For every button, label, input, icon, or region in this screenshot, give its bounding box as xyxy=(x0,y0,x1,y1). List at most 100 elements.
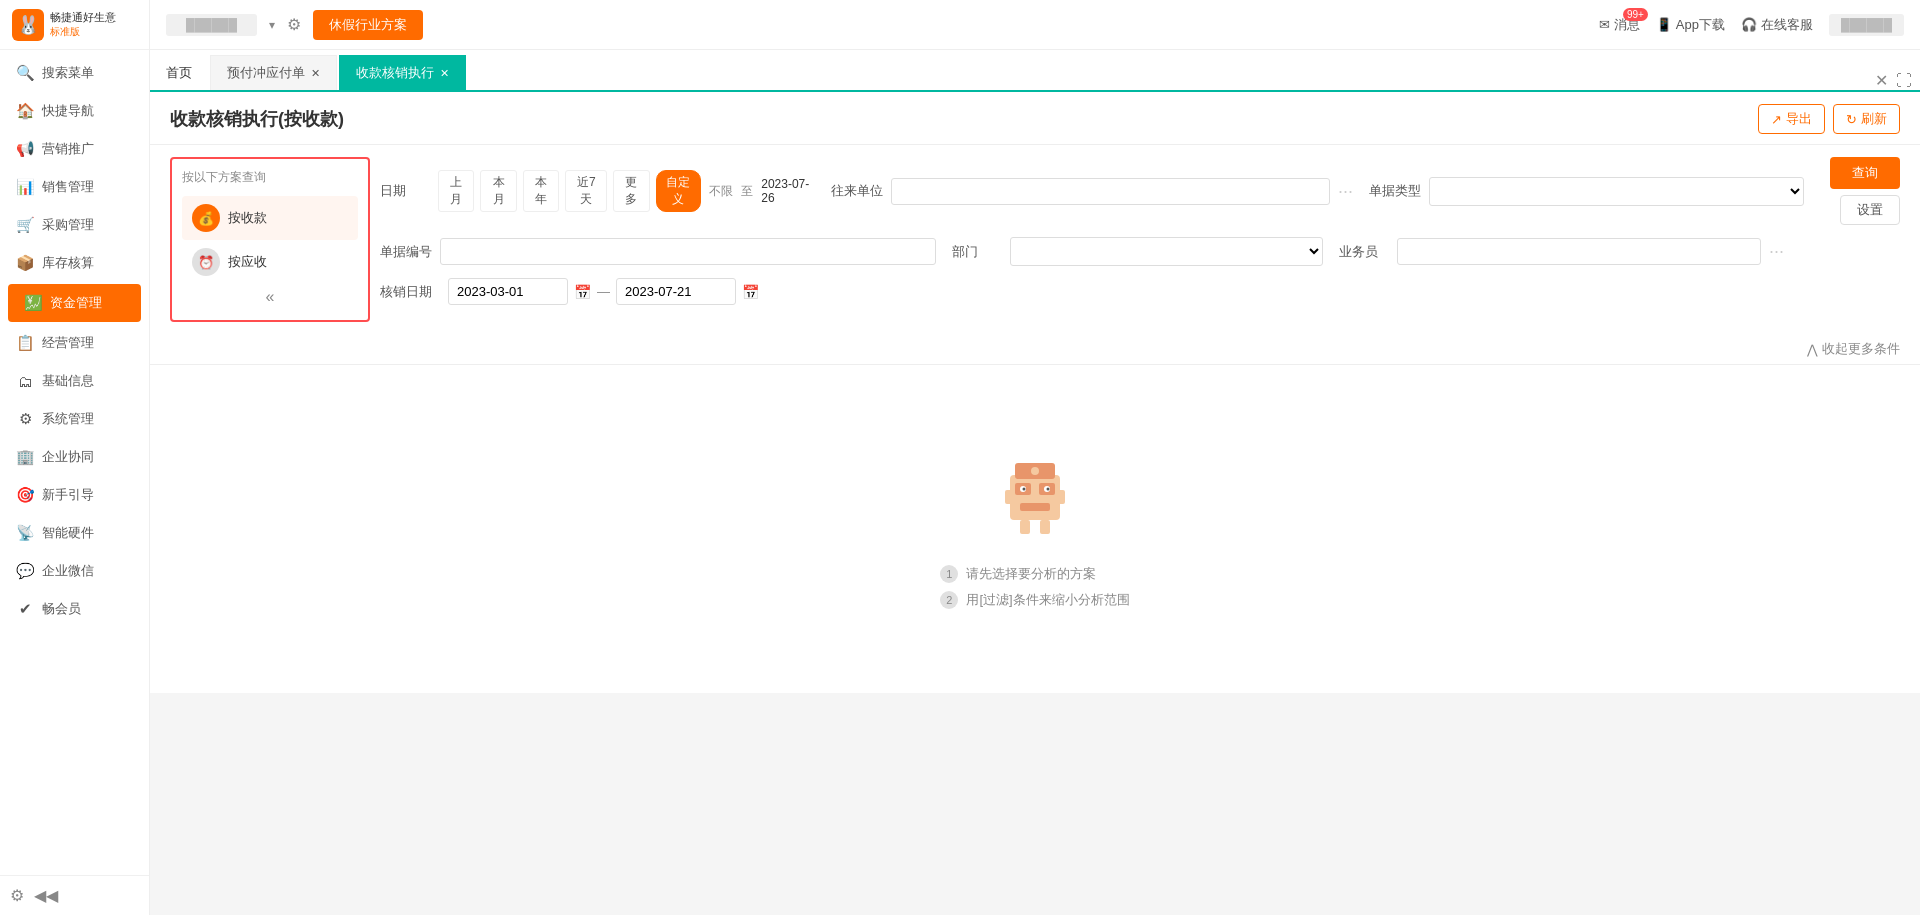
page-header: 收款核销执行(按收款) ↗ 导出 ↻ 刷新 xyxy=(150,92,1920,145)
by-receivable-label: 按应收 xyxy=(228,253,267,271)
writeoff-end-cal-icon[interactable]: 📅 xyxy=(742,284,759,300)
dept-label: 部门 xyxy=(952,243,1002,261)
tip-num-1: 1 xyxy=(940,565,958,583)
empty-tips: 1 请先选择要分析的方案 2 用[过滤]条件来缩小分析范围 xyxy=(940,561,1129,613)
top-header: ██████ ▾ ⚙ 休假行业方案 ✉ 消息 99+ 📱 App下载 🎧 在线客… xyxy=(150,0,1920,50)
collapse-more-icon: ⋀ xyxy=(1807,342,1818,357)
dept-select[interactable] xyxy=(1010,237,1323,266)
header-gear-icon[interactable]: ⚙ xyxy=(287,15,301,34)
sidebar: 🐰 畅捷通好生意 标准版 🔍搜索菜单🏠快捷导航📢营销推广📊销售管理🛒采购管理📦库… xyxy=(0,0,150,915)
tab-receipt-writeoff-close-icon[interactable]: ✕ xyxy=(440,67,449,80)
filter-form: 日期 上月 本月 本年 近7天 更多 自定义 不限 至 2023-07-26 xyxy=(380,157,1900,322)
main-area: ██████ ▾ ⚙ 休假行业方案 ✉ 消息 99+ 📱 App下载 🎧 在线客… xyxy=(150,0,1920,915)
empty-tip-2: 用[过滤]条件来缩小分析范围 xyxy=(966,587,1129,613)
date-no-limit: 不限 xyxy=(709,183,733,200)
svg-point-9 xyxy=(1031,467,1039,475)
sidebar-item-basic-info[interactable]: 🗂基础信息 xyxy=(0,362,149,400)
partner-more-icon[interactable]: ··· xyxy=(1338,181,1353,202)
sidebar-item-finance[interactable]: 💹资金管理 xyxy=(8,284,141,322)
tab-expand-icon[interactable]: ⛶ xyxy=(1896,72,1912,90)
collapse-icon[interactable]: ◀◀ xyxy=(34,886,58,905)
sidebar-item-marketing[interactable]: 📢营销推广 xyxy=(0,130,149,168)
app-download-link[interactable]: 📱 App下载 xyxy=(1656,16,1725,34)
tab-home[interactable]: 首页 xyxy=(150,56,208,90)
tab-prepay-close-icon[interactable]: ✕ xyxy=(311,67,320,80)
date-this-year[interactable]: 本年 xyxy=(523,170,559,212)
smart-hw-label: 智能硬件 xyxy=(42,524,94,542)
search-menu-icon: 🔍 xyxy=(16,64,34,82)
company-chevron-icon[interactable]: ▾ xyxy=(269,18,275,32)
svg-rect-5 xyxy=(1057,490,1065,504)
staff-input[interactable] xyxy=(1397,238,1761,265)
sidebar-item-enterprise[interactable]: 🏢企业协同 xyxy=(0,438,149,476)
sidebar-item-quick-nav[interactable]: 🏠快捷导航 xyxy=(0,92,149,130)
svg-rect-0 xyxy=(1010,475,1060,520)
sidebar-bottom: ⚙ ◀◀ xyxy=(0,875,149,915)
filter-option-by-receivable[interactable]: ⏰ 按应收 xyxy=(182,240,358,284)
filter-sidebar-collapse-icon[interactable]: « xyxy=(182,284,358,310)
sidebar-item-business[interactable]: 📋经营管理 xyxy=(0,324,149,362)
inventory-icon: 📦 xyxy=(16,254,34,272)
sales-label: 销售管理 xyxy=(42,178,94,196)
query-button[interactable]: 查询 xyxy=(1830,157,1900,189)
writeoff-start-cal-icon[interactable]: 📅 xyxy=(574,284,591,300)
writeoff-date-separator: — xyxy=(597,284,610,299)
filter-row-3: 核销日期 📅 — 📅 xyxy=(380,278,1900,305)
voucher-no-label: 单据编号 xyxy=(380,243,432,261)
filter-option-by-receipt[interactable]: 💰 按收款 xyxy=(182,196,358,240)
date-shortcuts: 上月 本月 本年 近7天 更多 自定义 xyxy=(438,170,701,212)
settings-icon[interactable]: ⚙ xyxy=(10,886,24,905)
writeoff-date-end-input[interactable] xyxy=(616,278,736,305)
refresh-button[interactable]: ↻ 刷新 xyxy=(1833,104,1900,134)
tab-actions: ✕ ⛶ xyxy=(1867,71,1920,90)
collapse-more-button[interactable]: ⋀ 收起更多条件 xyxy=(150,334,1920,365)
enterprise-icon: 🏢 xyxy=(16,448,34,466)
tip-num-2: 2 xyxy=(940,591,958,609)
guide-icon: 🎯 xyxy=(16,486,34,504)
sidebar-item-search-menu[interactable]: 🔍搜索菜单 xyxy=(0,54,149,92)
sidebar-item-smart-hw[interactable]: 📡 智能硬件 xyxy=(0,514,149,552)
company-name: ██████ xyxy=(166,14,257,36)
date-custom[interactable]: 自定义 xyxy=(656,170,702,212)
empty-tip-row-1: 1 请先选择要分析的方案 xyxy=(940,561,1129,587)
service-icon: 🎧 xyxy=(1741,17,1757,32)
sidebar-item-sales[interactable]: 📊销售管理 xyxy=(0,168,149,206)
date-this-month[interactable]: 本月 xyxy=(480,170,516,212)
sidebar-item-member[interactable]: ✔畅会员 xyxy=(0,590,149,628)
voucher-type-select[interactable] xyxy=(1429,177,1804,206)
wechat-icon: 💬 xyxy=(16,562,34,580)
voucher-no-input[interactable] xyxy=(440,238,936,265)
date-7-days[interactable]: 近7天 xyxy=(565,170,607,212)
sidebar-item-system[interactable]: ⚙系统管理 xyxy=(0,400,149,438)
empty-tip-row-2: 2 用[过滤]条件来缩小分析范围 xyxy=(940,587,1129,613)
writeoff-date-start-input[interactable] xyxy=(448,278,568,305)
service-label: 在线客服 xyxy=(1761,16,1813,34)
finance-label: 资金管理 xyxy=(50,294,102,312)
messages-badge: 99+ xyxy=(1623,8,1648,21)
date-to-label: 至 xyxy=(741,183,753,200)
by-receivable-icon: ⏰ xyxy=(192,248,220,276)
page-title: 收款核销执行(按收款) xyxy=(170,107,344,131)
by-receipt-label: 按收款 xyxy=(228,209,267,227)
date-last-month[interactable]: 上月 xyxy=(438,170,474,212)
settings-button[interactable]: 设置 xyxy=(1840,195,1900,225)
tab-receipt-writeoff[interactable]: 收款核销执行 ✕ xyxy=(339,55,466,90)
partner-input[interactable] xyxy=(891,178,1330,205)
sidebar-item-inventory[interactable]: 📦库存核算 xyxy=(0,244,149,282)
sidebar-item-wechat[interactable]: 💬企业微信 xyxy=(0,552,149,590)
svg-rect-7 xyxy=(1040,520,1050,534)
tab-close-all-icon[interactable]: ✕ xyxy=(1875,71,1888,90)
export-button[interactable]: ↗ 导出 xyxy=(1758,104,1825,134)
tab-receipt-writeoff-label: 收款核销执行 xyxy=(356,64,434,82)
online-service-link[interactable]: 🎧 在线客服 xyxy=(1741,16,1813,34)
filter-partner-field: 往来单位 ··· xyxy=(831,178,1353,205)
sidebar-item-guide[interactable]: 🎯新手引导 xyxy=(0,476,149,514)
tab-prepay[interactable]: 预付冲应付单 ✕ xyxy=(210,55,337,90)
solution-button[interactable]: 休假行业方案 xyxy=(313,10,423,40)
member-label: 畅会员 xyxy=(42,600,81,618)
messages-button[interactable]: ✉ 消息 99+ xyxy=(1599,16,1640,34)
staff-more-icon[interactable]: ··· xyxy=(1769,241,1784,262)
smart-hw-icon: 📡 xyxy=(16,524,34,542)
date-more[interactable]: 更多 xyxy=(613,170,649,212)
sidebar-item-purchase[interactable]: 🛒采购管理 xyxy=(0,206,149,244)
